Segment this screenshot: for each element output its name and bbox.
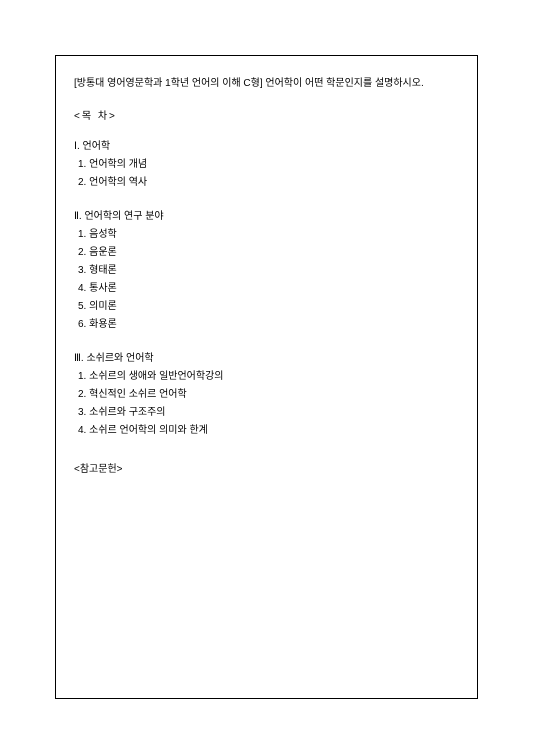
section-2: Ⅱ. 언어학의 연구 분야 1. 음성학 2. 음운론 3. 형태론 4. 통사…	[74, 208, 459, 334]
toc-header: <목 차>	[74, 107, 459, 122]
section-1: Ⅰ. 언어학 1. 언어학의 개념 2. 언어학의 역사	[74, 138, 459, 192]
toc-item: 2. 언어학의 역사	[74, 174, 459, 192]
section-3: Ⅲ. 소쉬르와 언어학 1. 소쉬르의 생애와 일반언어학강의 2. 혁신적인 …	[74, 350, 459, 440]
references-heading: <참고문헌>	[74, 460, 459, 475]
toc-item: 4. 소쉬르 언어학의 의미와 한계	[74, 422, 459, 440]
toc-item: 3. 형태론	[74, 262, 459, 280]
section-heading: Ⅰ. 언어학	[74, 138, 459, 156]
toc-item: 2. 음운론	[74, 244, 459, 262]
content-container: [방통대 영어영문학과 1학년 언어의 이해 C형] 언어학이 어떤 학문인지를…	[55, 55, 478, 699]
document-page: [방통대 영어영문학과 1학년 언어의 이해 C형] 언어학이 어떤 학문인지를…	[0, 0, 533, 754]
section-heading: Ⅲ. 소쉬르와 언어학	[74, 350, 459, 368]
document-title: [방통대 영어영문학과 1학년 언어의 이해 C형] 언어학이 어떤 학문인지를…	[74, 76, 459, 91]
toc-item: 1. 언어학의 개념	[74, 156, 459, 174]
toc-item: 3. 소쉬르와 구조주의	[74, 404, 459, 422]
toc-item: 1. 소쉬르의 생애와 일반언어학강의	[74, 368, 459, 386]
toc-item: 6. 화용론	[74, 316, 459, 334]
toc-item: 4. 통사론	[74, 280, 459, 298]
toc-item: 2. 혁신적인 소쉬르 언어학	[74, 386, 459, 404]
toc-item: 1. 음성학	[74, 226, 459, 244]
section-heading: Ⅱ. 언어학의 연구 분야	[74, 208, 459, 226]
toc-item: 5. 의미론	[74, 298, 459, 316]
